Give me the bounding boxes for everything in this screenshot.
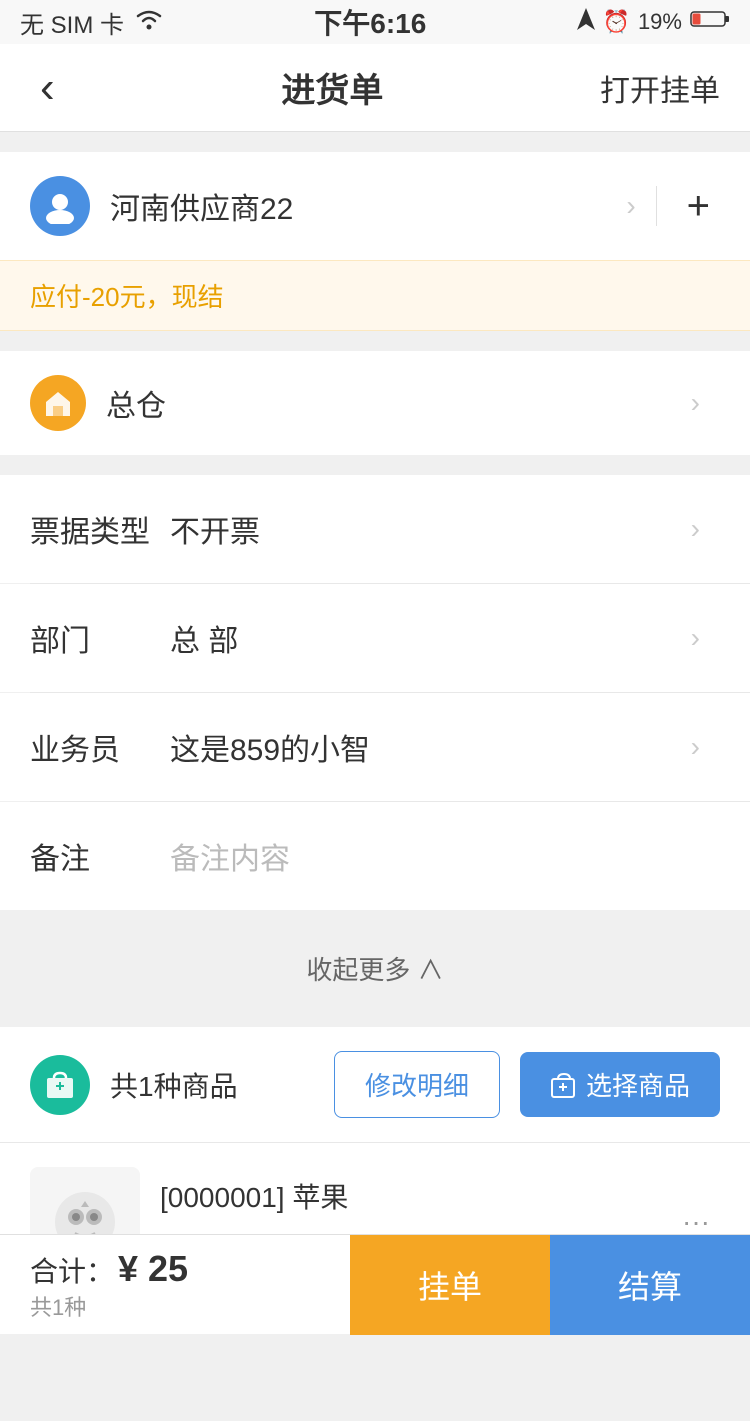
warehouse-icon xyxy=(30,375,86,431)
status-bar: 无 SIM 卡 下午6:16 ⏰ 19% xyxy=(0,0,750,44)
status-left: 无 SIM 卡 xyxy=(20,5,164,40)
supplier-name: 河南供应商22 xyxy=(110,184,626,228)
supplier-section: 河南供应商22 › + 应付-20元，现结 xyxy=(0,152,750,331)
nav-bar: ‹ 进货单 打开挂单 xyxy=(0,44,750,132)
product-name: [0000001] 苹果 xyxy=(160,1176,652,1216)
add-supplier-button[interactable]: + xyxy=(677,184,720,229)
divider-top xyxy=(0,132,750,152)
divider-before-collapse xyxy=(0,910,750,930)
location-icon xyxy=(577,8,595,36)
department-label: 部门 xyxy=(30,616,170,660)
divider-after-collapse xyxy=(0,1007,750,1027)
supplier-row[interactable]: 河南供应商22 › + xyxy=(0,152,750,260)
carrier-text: 无 SIM 卡 xyxy=(20,5,124,40)
invoice-value: 不开票 xyxy=(170,507,691,551)
product-code: [0000001] xyxy=(160,1182,285,1213)
page-title: 进货单 xyxy=(281,63,383,112)
footer-total: 合计： ¥ 25 共1种 xyxy=(0,1248,350,1322)
notice-banner: 应付-20元，现结 xyxy=(0,260,750,331)
collapse-button[interactable]: 收起更多 ∧ xyxy=(0,930,750,1007)
supplier-chevron-icon: › xyxy=(626,190,635,222)
select-product-label: 选择商品 xyxy=(586,1066,690,1103)
invoice-label: 票据类型 xyxy=(30,507,170,551)
status-time: 下午6:16 xyxy=(314,2,426,42)
divider-after-supplier xyxy=(0,331,750,351)
salesman-label: 业务员 xyxy=(30,725,170,769)
remark-row[interactable]: 备注 备注内容 xyxy=(0,802,750,910)
products-icon xyxy=(30,1055,90,1115)
open-hang-button[interactable]: 打开挂单 xyxy=(600,66,720,110)
hang-button[interactable]: 挂单 xyxy=(350,1235,550,1335)
supplier-avatar xyxy=(30,176,90,236)
warehouse-chevron-icon: › xyxy=(691,387,700,419)
vertical-divider xyxy=(656,186,657,226)
salesman-value: 这是859的小智 xyxy=(170,725,691,769)
department-row[interactable]: 部门 总 部 › xyxy=(0,584,750,692)
warehouse-name: 总仓 xyxy=(106,381,691,425)
salesman-row[interactable]: 业务员 这是859的小智 › xyxy=(0,693,750,801)
warehouse-row[interactable]: 总仓 › xyxy=(0,351,750,455)
edit-detail-button[interactable]: 修改明细 xyxy=(334,1051,500,1118)
product-count-label: 共1种商品 xyxy=(110,1065,314,1105)
select-product-button[interactable]: 选择商品 xyxy=(520,1052,720,1117)
department-value: 总 部 xyxy=(170,616,691,660)
footer-count: 共1种 xyxy=(30,1290,320,1322)
remark-label: 备注 xyxy=(30,834,170,878)
battery-text: 19% xyxy=(638,9,682,35)
footer-total-amount: ¥ 25 xyxy=(118,1248,188,1290)
status-right: ⏰ 19% xyxy=(577,8,730,36)
collapse-label: 收起更多 ∧ xyxy=(306,950,443,987)
alarm-icon: ⏰ xyxy=(603,9,630,35)
invoice-row[interactable]: 票据类型 不开票 › xyxy=(0,475,750,583)
footer-summary: 合计： ¥ 25 共1种 挂单 结算 xyxy=(0,1234,750,1334)
footer-total-label: 合计： xyxy=(30,1250,114,1290)
invoice-chevron-icon: › xyxy=(691,513,700,545)
divider-after-warehouse xyxy=(0,455,750,475)
salesman-chevron-icon: › xyxy=(691,731,700,763)
department-chevron-icon: › xyxy=(691,622,700,654)
footer-total-row: 合计： ¥ 25 xyxy=(30,1248,320,1290)
wifi-icon xyxy=(134,8,164,37)
battery-icon xyxy=(690,9,730,35)
product-title: 苹果 xyxy=(292,1182,348,1213)
remark-input[interactable]: 备注内容 xyxy=(170,834,720,878)
products-header: 共1种商品 修改明细 选择商品 xyxy=(0,1027,750,1142)
back-button[interactable]: ‹ xyxy=(30,53,65,123)
checkout-button[interactable]: 结算 xyxy=(550,1235,750,1335)
